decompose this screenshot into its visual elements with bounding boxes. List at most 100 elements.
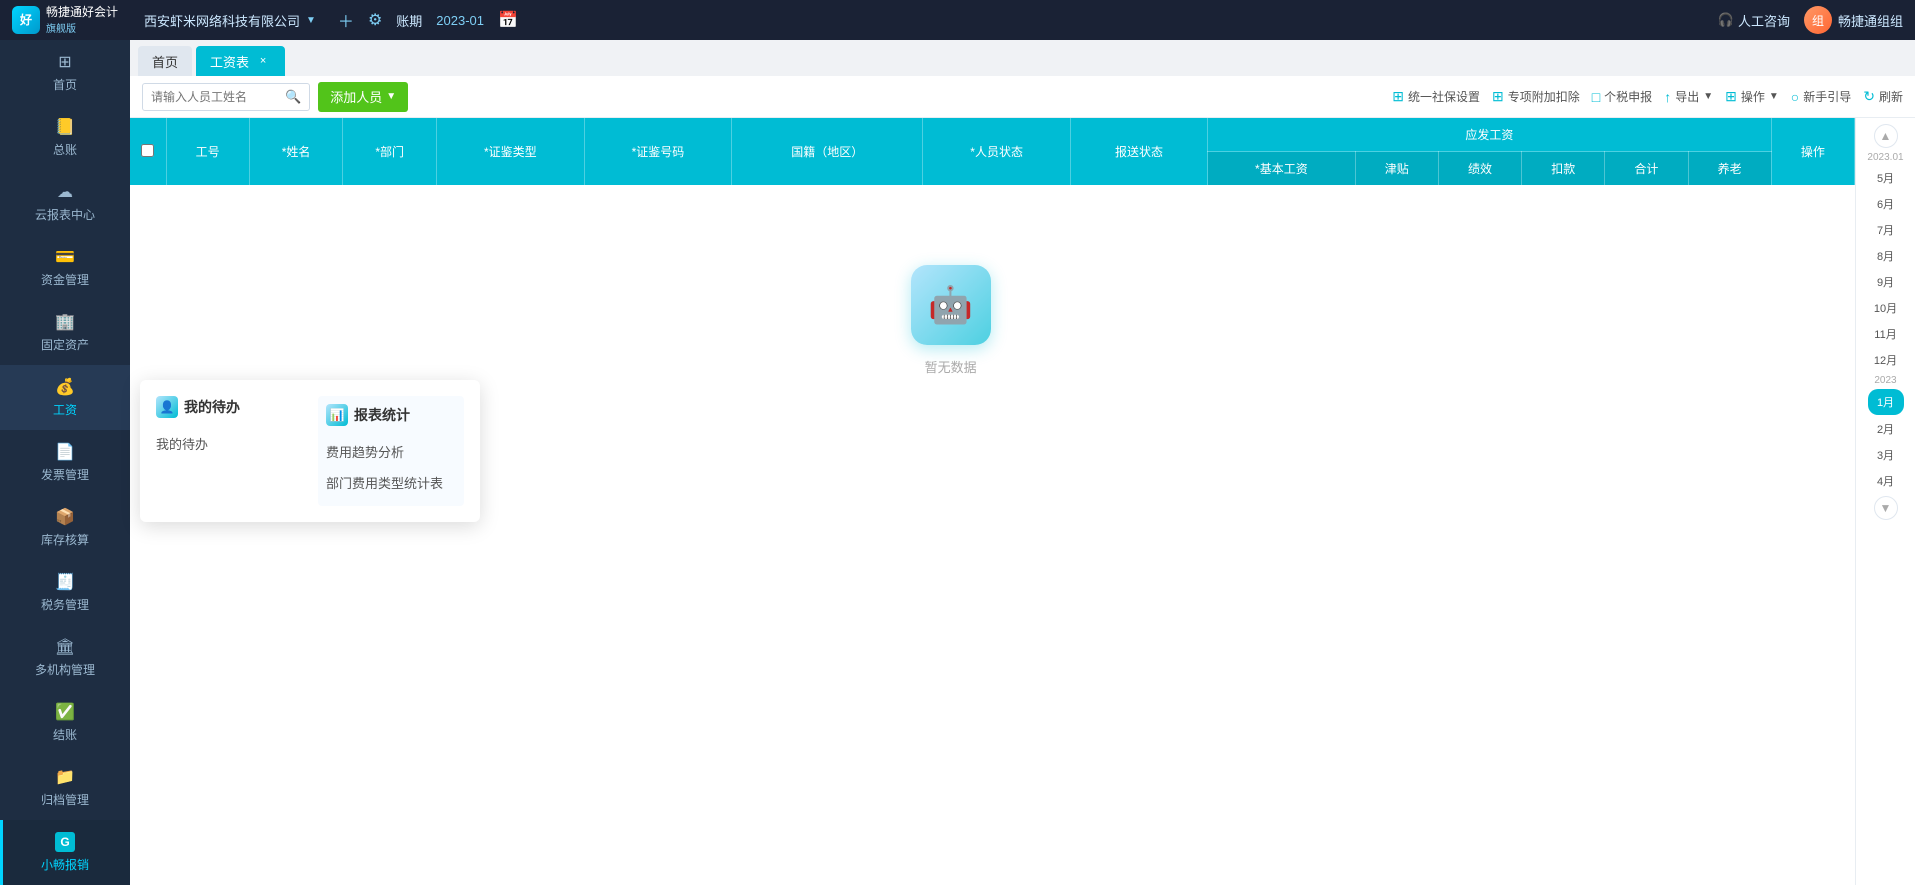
logo-text-wrap: 畅捷通好会计 旗舰版 <box>46 5 118 34</box>
inventory-icon: 📦 <box>55 507 75 527</box>
th-base-salary: *基本工资 <box>1208 152 1356 186</box>
new-guide-icon: ○ <box>1791 89 1799 105</box>
th-dept: *部门 <box>343 118 437 185</box>
todo-section-label: 我的待办 <box>184 397 240 417</box>
settings-icon[interactable]: ⚙ <box>368 10 382 30</box>
operations-action[interactable]: ⊞ 操作 ▼ <box>1725 88 1779 105</box>
app-edition: 旗舰版 <box>46 20 118 35</box>
archive-icon: 📁 <box>55 767 75 787</box>
timeline-month-7[interactable]: 7月 <box>1856 217 1915 243</box>
sidebar-item-checkout[interactable]: ✅ 结账 <box>0 690 130 755</box>
th-country: 国籍（地区） <box>732 118 923 185</box>
popup-section-todo: 👤 我的待办 我的待办 <box>156 396 302 506</box>
special-deduct-action[interactable]: ⊞ 专项附加扣除 <box>1492 88 1580 105</box>
select-all-checkbox[interactable] <box>141 144 154 157</box>
timeline-month-3[interactable]: 3月 <box>1856 442 1915 468</box>
export-icon: ↑ <box>1664 89 1671 105</box>
sidebar-item-archive[interactable]: 📁 归档管理 <box>0 755 130 820</box>
sidebar-item-salary[interactable]: 💰 工资 <box>0 365 130 430</box>
sidebar-item-home[interactable]: ⊞ 首页 <box>0 40 130 105</box>
todo-section-icon: 👤 <box>156 396 178 418</box>
export-action[interactable]: ↑ 导出 ▼ <box>1664 88 1713 105</box>
search-icon: 🔍 <box>285 89 301 105</box>
empty-robot-icon: 🤖 <box>911 265 991 345</box>
support-button[interactable]: 🎧 人工咨询 <box>1718 11 1790 30</box>
toolbar-right: ⊞ 统一社保设置 ⊞ 专项附加扣除 □ 个税申报 ↑ 导出 ▼ ⊞ <box>1392 88 1903 105</box>
individual-tax-action[interactable]: □ 个税申报 <box>1592 88 1652 105</box>
period-label: 账期 <box>396 11 422 30</box>
cloud-icon: ☁ <box>57 182 73 202</box>
add-person-button[interactable]: 添加人员 ▼ <box>318 82 408 112</box>
timeline-month-1-active[interactable]: 1月 <box>1868 389 1904 415</box>
th-deduct: 扣款 <box>1522 152 1605 186</box>
individual-tax-icon: □ <box>1592 89 1600 105</box>
popup-item-cost-trend[interactable]: 费用趋势分析 <box>326 436 456 467</box>
calendar-icon[interactable]: 📅 <box>498 10 518 30</box>
add-icon[interactable]: ＋ <box>338 8 354 32</box>
fund-icon: 💳 <box>55 247 75 267</box>
sidebar: ⊞ 首页 📒 总账 ☁ 云报表中心 💳 资金管理 🏢 固定资产 💰 工资 📄 发… <box>0 40 130 885</box>
th-allowance: 津贴 <box>1355 152 1438 186</box>
timeline-month-10[interactable]: 10月 <box>1856 295 1915 321</box>
timeline-up-button[interactable]: ▲ <box>1874 124 1898 148</box>
add-person-label: 添加人员 <box>330 87 382 106</box>
th-person-status: *人员状态 <box>923 118 1071 185</box>
popup-section-title-todo: 👤 我的待办 <box>156 396 302 418</box>
timeline-month-12[interactable]: 12月 <box>1856 347 1915 373</box>
avatar: 组 <box>1804 6 1832 34</box>
unified-social-label: 统一社保设置 <box>1408 88 1480 105</box>
timeline-panel: ▲ 2023.01 5月 6月 7月 8月 9月 10月 11月 12月 202… <box>1855 118 1915 885</box>
timeline-month-8[interactable]: 8月 <box>1856 243 1915 269</box>
search-input[interactable] <box>151 90 281 104</box>
timeline-month-4[interactable]: 4月 <box>1856 468 1915 494</box>
sidebar-label-xiaochange: 小畅报销 <box>41 856 89 873</box>
sidebar-item-cloud-report[interactable]: ☁ 云报表中心 <box>0 170 130 235</box>
th-salary-group: 应发工资 <box>1208 118 1772 152</box>
popup-item-my-todo[interactable]: 我的待办 <box>156 428 302 459</box>
sidebar-item-ledger[interactable]: 📒 总账 <box>0 105 130 170</box>
user-name: 畅捷通组组 <box>1838 11 1903 30</box>
salary-icon: 💰 <box>55 377 75 397</box>
timeline-month-2[interactable]: 2月 <box>1856 416 1915 442</box>
timeline-down-button[interactable]: ▼ <box>1874 496 1898 520</box>
th-report-status: 报送状态 <box>1070 118 1207 185</box>
timeline-month-9[interactable]: 9月 <box>1856 269 1915 295</box>
popup-section-title-report: 📊 报表统计 <box>326 404 456 426</box>
special-deduct-label: 专项附加扣除 <box>1508 88 1580 105</box>
sidebar-label-ledger: 总账 <box>53 141 77 158</box>
sidebar-label-fixed-asset: 固定资产 <box>41 336 89 353</box>
ledger-icon: 📒 <box>55 117 75 137</box>
building-icon: 🏢 <box>55 312 75 332</box>
close-tab-icon[interactable]: × <box>255 53 271 69</box>
sidebar-item-invoice[interactable]: 📄 发票管理 <box>0 430 130 495</box>
sidebar-label-home: 首页 <box>53 76 77 93</box>
xiaochange-icon: G <box>55 832 75 852</box>
company-selector[interactable]: 西安虾米网络科技有限公司 ▼ <box>132 11 328 30</box>
popup-item-dept-cost[interactable]: 部门费用类型统计表 <box>326 467 456 498</box>
sidebar-item-xiaochange[interactable]: G 小畅报销 <box>0 820 130 885</box>
refresh-action[interactable]: ↻ 刷新 <box>1863 88 1903 105</box>
user-area[interactable]: 组 畅捷通组组 <box>1804 6 1903 34</box>
tab-home[interactable]: 首页 <box>138 46 192 76</box>
th-cert-num: *证鉴号码 <box>584 118 732 185</box>
tab-home-label: 首页 <box>152 52 178 71</box>
individual-tax-label: 个税申报 <box>1604 88 1652 105</box>
tab-salary-label: 工资表 <box>210 52 249 71</box>
tab-salary[interactable]: 工资表 × <box>196 46 285 76</box>
sidebar-item-inventory[interactable]: 📦 库存核算 <box>0 495 130 560</box>
sidebar-item-fund[interactable]: 💳 资金管理 <box>0 235 130 300</box>
sidebar-item-fixed-asset[interactable]: 🏢 固定资产 <box>0 300 130 365</box>
invoice-icon: 📄 <box>55 442 75 462</box>
tax-icon: 🧾 <box>55 572 75 592</box>
popup-section-report: 📊 报表统计 费用趋势分析 部门费用类型统计表 <box>318 396 464 506</box>
sidebar-label-salary: 工资 <box>53 401 77 418</box>
timeline-month-5[interactable]: 5月 <box>1856 165 1915 191</box>
sidebar-item-multi-org[interactable]: 🏛 多机构管理 <box>0 625 130 690</box>
new-guide-action[interactable]: ○ 新手引导 <box>1791 88 1851 105</box>
unified-social-action[interactable]: ⊞ 统一社保设置 <box>1392 88 1480 105</box>
timeline-month-11[interactable]: 11月 <box>1856 321 1915 347</box>
timeline-month-6[interactable]: 6月 <box>1856 191 1915 217</box>
th-name: *姓名 <box>249 118 343 185</box>
report-section-label: 报表统计 <box>354 405 410 425</box>
sidebar-item-tax[interactable]: 🧾 税务管理 <box>0 560 130 625</box>
